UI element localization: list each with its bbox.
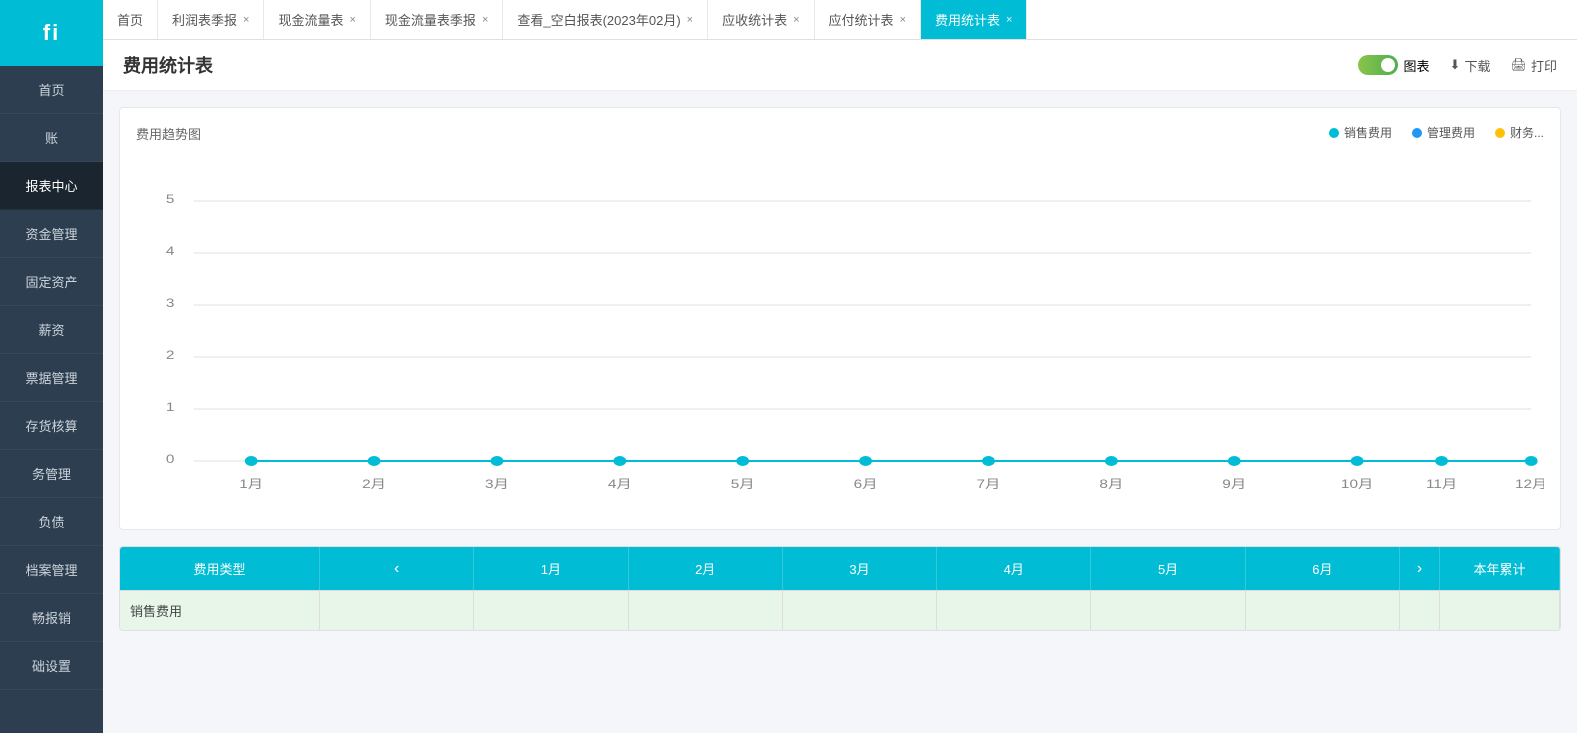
print-icon: 🖨: [1510, 57, 1527, 73]
tab-expense-stat[interactable]: 费用统计表 ×: [921, 0, 1027, 40]
legend-management-expense: 管理费用: [1412, 124, 1475, 141]
sidebar-item-report-center[interactable]: 报表中心: [0, 162, 103, 210]
legend-dot-management: [1412, 128, 1422, 138]
chart-toggle-label: 图表: [1404, 56, 1430, 75]
close-tab-expense-stat[interactable]: ×: [1006, 14, 1012, 26]
sidebar-logo: fi: [0, 0, 103, 66]
svg-text:7月: 7月: [977, 478, 1001, 491]
cell-m4: [937, 591, 1091, 630]
svg-text:6月: 6月: [854, 478, 878, 491]
sidebar-item-expense-report[interactable]: 畅报销: [0, 594, 103, 642]
cell-empty-nav2: [1400, 591, 1440, 630]
header-actions: 图表 ⬇ 下载 🖨 打印: [1358, 55, 1557, 75]
download-icon: ⬇: [1450, 57, 1461, 73]
svg-text:10月: 10月: [1341, 478, 1373, 491]
tab-cash-flow[interactable]: 现金流量表 ×: [264, 0, 370, 40]
header-month-5: 5月: [1091, 547, 1245, 590]
cell-empty-nav: [320, 591, 474, 630]
download-button[interactable]: ⬇ 下载: [1450, 56, 1491, 75]
content-area: 费用统计表 图表 ⬇ 下载 🖨 打印 费用趋势图: [103, 40, 1577, 733]
page-title: 费用统计表: [123, 52, 213, 78]
prev-months-button[interactable]: ‹: [320, 547, 474, 590]
tab-receivable[interactable]: 应收统计表 ×: [708, 0, 814, 40]
chart-toggle-container[interactable]: 图表: [1358, 55, 1430, 75]
tab-cash-flow-quarterly[interactable]: 现金流量表季报 ×: [371, 0, 503, 40]
svg-text:3月: 3月: [485, 478, 509, 491]
svg-text:4: 4: [166, 245, 175, 258]
print-button[interactable]: 🖨 打印: [1510, 56, 1557, 75]
main-area: 首页 利润表季报 × 现金流量表 × 现金流量表季报 × 查看_空白报表(202…: [103, 0, 1577, 733]
cell-expense-type: 销售费用: [120, 591, 320, 630]
sidebar-item-basic-settings[interactable]: 础设置: [0, 642, 103, 690]
table-row: 销售费用: [120, 590, 1560, 630]
svg-text:3: 3: [166, 297, 175, 310]
header-month-3: 3月: [783, 547, 937, 590]
svg-text:8月: 8月: [1099, 478, 1123, 491]
svg-text:5: 5: [166, 193, 175, 206]
chart-svg: 0 1 2 3 4 5 1月 2月 3月: [136, 153, 1544, 513]
svg-text:11月: 11月: [1426, 478, 1457, 491]
trend-chart: 0 1 2 3 4 5 1月 2月 3月: [136, 153, 1544, 513]
tab-blank-report[interactable]: 查看_空白报表(2023年02月) ×: [503, 0, 708, 40]
sidebar-item-payable[interactable]: 负债: [0, 498, 103, 546]
tab-bar: 首页 利润表季报 × 现金流量表 × 现金流量表季报 × 查看_空白报表(202…: [103, 0, 1577, 40]
chart-section: 费用趋势图 销售费用 管理费用 财务...: [119, 107, 1561, 530]
close-tab-cash-flow-quarterly[interactable]: ×: [482, 14, 488, 26]
svg-text:2: 2: [166, 349, 175, 362]
legend-dot-finance: [1495, 128, 1505, 138]
close-tab-payable-stat[interactable]: ×: [900, 14, 906, 26]
sidebar-item-inventory[interactable]: 存货核算: [0, 402, 103, 450]
sidebar-item-home[interactable]: 首页: [0, 66, 103, 114]
header-month-1: 1月: [474, 547, 628, 590]
svg-text:9月: 9月: [1222, 478, 1246, 491]
cell-m3: [783, 591, 937, 630]
cell-year-total: [1440, 591, 1560, 630]
svg-text:0: 0: [166, 453, 175, 466]
sidebar-item-ticket-management[interactable]: 票据管理: [0, 354, 103, 402]
svg-text:4月: 4月: [608, 478, 632, 491]
tab-home[interactable]: 首页: [103, 0, 158, 40]
header-expense-type: 费用类型: [120, 547, 320, 590]
page-header: 费用统计表 图表 ⬇ 下载 🖨 打印: [103, 40, 1577, 91]
chart-title: 费用趋势图: [136, 124, 201, 143]
expense-table: 费用类型 ‹ 1月 2月 3月 4月 5月 6月 › 本年累计 销售费用: [119, 546, 1561, 631]
cell-m5: [1091, 591, 1245, 630]
sidebar-item-fixed-assets[interactable]: 固定资产: [0, 258, 103, 306]
sidebar-item-service-management[interactable]: 务管理: [0, 450, 103, 498]
legend-dot-sales: [1329, 128, 1339, 138]
close-tab-receivable[interactable]: ×: [793, 14, 799, 26]
svg-text:1月: 1月: [239, 478, 263, 491]
svg-text:2月: 2月: [362, 478, 386, 491]
header-month-6: 6月: [1246, 547, 1400, 590]
svg-text:5月: 5月: [731, 478, 755, 491]
svg-text:1: 1: [166, 401, 175, 414]
close-tab-cash-flow[interactable]: ×: [349, 14, 355, 26]
header-month-4: 4月: [937, 547, 1091, 590]
svg-text:12月: 12月: [1515, 478, 1544, 491]
table-header: 费用类型 ‹ 1月 2月 3月 4月 5月 6月 › 本年累计: [120, 547, 1560, 590]
chart-toggle-switch[interactable]: [1358, 55, 1398, 75]
cell-m6: [1246, 591, 1400, 630]
sidebar-item-account[interactable]: 账: [0, 114, 103, 162]
sidebar-item-salary[interactable]: 薪资: [0, 306, 103, 354]
close-tab-profit-quarterly[interactable]: ×: [243, 14, 249, 26]
next-months-button[interactable]: ›: [1400, 547, 1440, 590]
tab-payable-stat[interactable]: 应付统计表 ×: [815, 0, 921, 40]
sidebar-item-file-management[interactable]: 档案管理: [0, 546, 103, 594]
tab-profit-quarterly[interactable]: 利润表季报 ×: [158, 0, 264, 40]
header-year-total: 本年累计: [1440, 547, 1560, 590]
sidebar-item-fund-management[interactable]: 资金管理: [0, 210, 103, 258]
cell-m1: [474, 591, 628, 630]
close-tab-blank-report[interactable]: ×: [687, 14, 693, 26]
chart-legend: 销售费用 管理费用 财务...: [1329, 124, 1544, 141]
header-month-2: 2月: [629, 547, 783, 590]
legend-sales-expense: 销售费用: [1329, 124, 1392, 141]
cell-m2: [629, 591, 783, 630]
legend-finance-expense: 财务...: [1495, 124, 1544, 141]
sidebar: fi 首页 账 报表中心 资金管理 固定资产 薪资 票据管理 存货核算 务管理 …: [0, 0, 103, 733]
